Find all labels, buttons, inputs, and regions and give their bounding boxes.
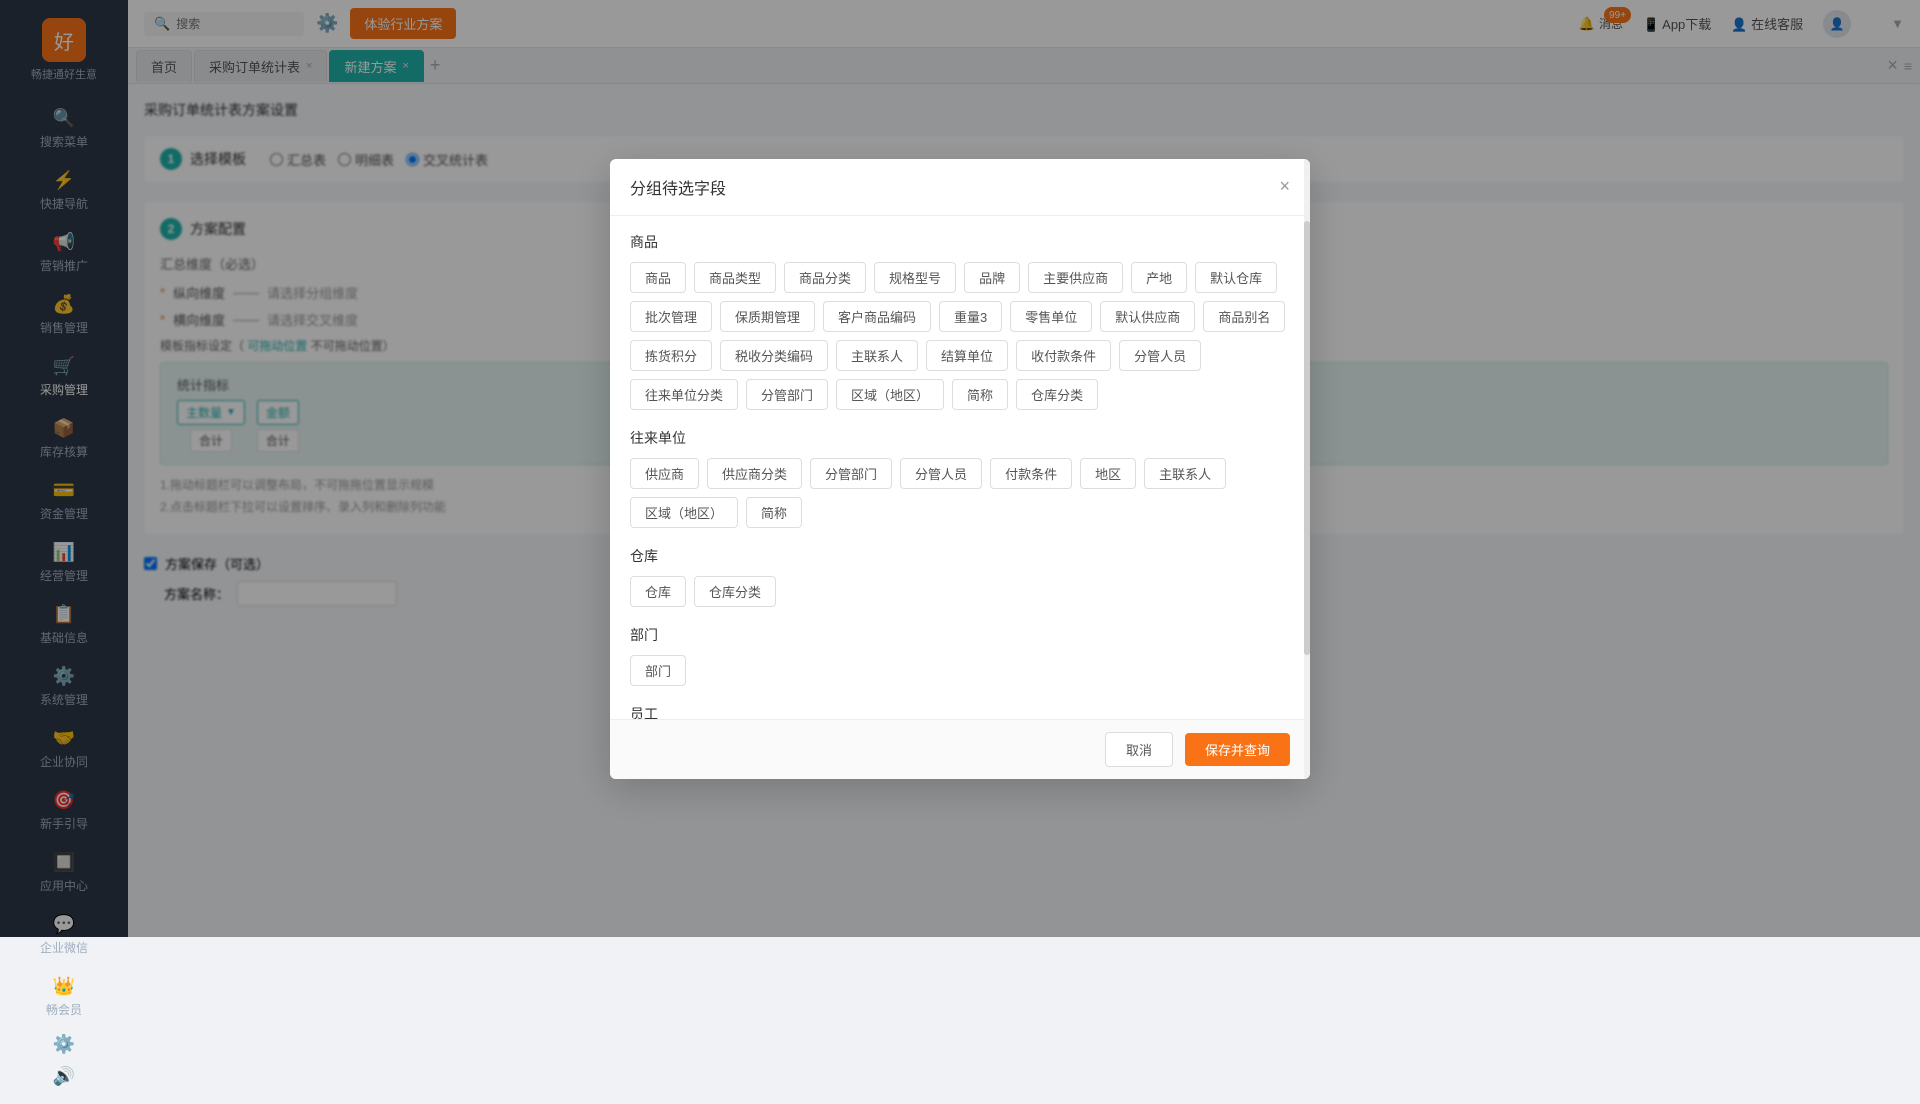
modal-header: 分组待选字段 × — [610, 159, 1310, 216]
member-icon: 👑 — [53, 976, 75, 997]
field-tag[interactable]: 零售单位 — [1010, 301, 1092, 332]
cancel-button[interactable]: 取消 — [1105, 732, 1173, 767]
scrollbar-track — [1304, 159, 1310, 779]
modal-overlay: 分组待选字段 × 商品 商品 商品类型 商品分类 规格型号 品牌 主要供应商 — [128, 0, 1920, 937]
field-tag[interactable]: 仓库分类 — [1016, 379, 1098, 410]
section-title-warehouse: 仓库 — [630, 546, 1290, 566]
field-tag[interactable]: 分管人员 — [1119, 340, 1201, 371]
save-query-button[interactable]: 保存并查询 — [1185, 733, 1290, 766]
field-tag[interactable]: 收付款条件 — [1016, 340, 1111, 371]
sidebar-item-member[interactable]: 👑 畅会员 — [0, 966, 128, 1028]
field-tag[interactable]: 分管人员 — [900, 458, 982, 489]
sidebar-bottom: ⚙️ 🔊 — [0, 1028, 128, 1104]
field-tag[interactable]: 税收分类编码 — [720, 340, 828, 371]
section-title-dept: 部门 — [630, 625, 1290, 645]
field-tag[interactable]: 批次管理 — [630, 301, 712, 332]
field-tags-partner: 供应商 供应商分类 分管部门 分管人员 付款条件 地区 主联系人 区域（地区） … — [630, 458, 1290, 528]
field-tag[interactable]: 付款条件 — [990, 458, 1072, 489]
field-tag[interactable]: 仓库 — [630, 576, 686, 607]
field-tag[interactable]: 商品 — [630, 262, 686, 293]
sidebar-item-label: 畅会员 — [46, 1001, 82, 1018]
field-section-warehouse: 仓库 仓库 仓库分类 — [630, 546, 1290, 607]
section-title-goods: 商品 — [630, 232, 1290, 252]
field-section-dept: 部门 部门 — [630, 625, 1290, 686]
scrollbar-thumb[interactable] — [1304, 221, 1310, 655]
field-tag[interactable]: 仓库分类 — [694, 576, 776, 607]
modal: 分组待选字段 × 商品 商品 商品类型 商品分类 规格型号 品牌 主要供应商 — [610, 159, 1310, 779]
field-tags-goods: 商品 商品类型 商品分类 规格型号 品牌 主要供应商 产地 默认仓库 批次管理 … — [630, 262, 1290, 410]
sidebar-item-label: 企业微信 — [40, 939, 88, 956]
field-tag[interactable]: 简称 — [952, 379, 1008, 410]
field-tag[interactable]: 保质期管理 — [720, 301, 815, 332]
field-section-staff: 员工 业务员 — [630, 704, 1290, 719]
main-area: 🔍 ⚙️ 体验行业方案 🔔 消息 99+ 📱 App下载 👤 在线客服 — [128, 0, 1920, 937]
field-tag[interactable]: 分管部门 — [810, 458, 892, 489]
field-tag[interactable]: 主联系人 — [1144, 458, 1226, 489]
field-section-partner: 往来单位 供应商 供应商分类 分管部门 分管人员 付款条件 地区 主联系人 区域… — [630, 428, 1290, 528]
field-tag[interactable]: 商品分类 — [784, 262, 866, 293]
field-tags-dept: 部门 — [630, 655, 1290, 686]
field-tag[interactable]: 产地 — [1131, 262, 1187, 293]
field-tag[interactable]: 重量3 — [939, 301, 1002, 332]
field-tag[interactable]: 客户商品编码 — [823, 301, 931, 332]
field-tag[interactable]: 区域（地区） — [836, 379, 944, 410]
section-title-staff: 员工 — [630, 704, 1290, 719]
field-tag[interactable]: 商品类型 — [694, 262, 776, 293]
field-tag[interactable]: 默认供应商 — [1100, 301, 1195, 332]
field-tag[interactable]: 区域（地区） — [630, 497, 738, 528]
field-tag[interactable]: 拣货积分 — [630, 340, 712, 371]
field-tag[interactable]: 品牌 — [964, 262, 1020, 293]
field-tag[interactable]: 主要供应商 — [1028, 262, 1123, 293]
modal-title: 分组待选字段 — [630, 175, 726, 199]
modal-close-button[interactable]: × — [1279, 176, 1290, 197]
field-tags-warehouse: 仓库 仓库分类 — [630, 576, 1290, 607]
modal-footer: 取消 保存并查询 — [610, 719, 1310, 779]
field-tag[interactable]: 供应商分类 — [707, 458, 802, 489]
field-tag[interactable]: 规格型号 — [874, 262, 956, 293]
field-tag[interactable]: 简称 — [746, 497, 802, 528]
settings-bottom-btn[interactable]: ⚙️ — [48, 1028, 80, 1060]
field-tag[interactable]: 默认仓库 — [1195, 262, 1277, 293]
field-tag[interactable]: 供应商 — [630, 458, 699, 489]
field-tag[interactable]: 分管部门 — [746, 379, 828, 410]
field-tag[interactable]: 往来单位分类 — [630, 379, 738, 410]
sound-bottom-btn[interactable]: 🔊 — [48, 1060, 80, 1092]
field-tag[interactable]: 结算单位 — [926, 340, 1008, 371]
modal-body: 商品 商品 商品类型 商品分类 规格型号 品牌 主要供应商 产地 默认仓库 批次… — [610, 216, 1310, 719]
field-section-goods: 商品 商品 商品类型 商品分类 规格型号 品牌 主要供应商 产地 默认仓库 批次… — [630, 232, 1290, 410]
field-tag[interactable]: 地区 — [1080, 458, 1136, 489]
field-tag[interactable]: 部门 — [630, 655, 686, 686]
field-tag[interactable]: 主联系人 — [836, 340, 918, 371]
section-title-partner: 往来单位 — [630, 428, 1290, 448]
field-tag[interactable]: 商品别名 — [1203, 301, 1285, 332]
